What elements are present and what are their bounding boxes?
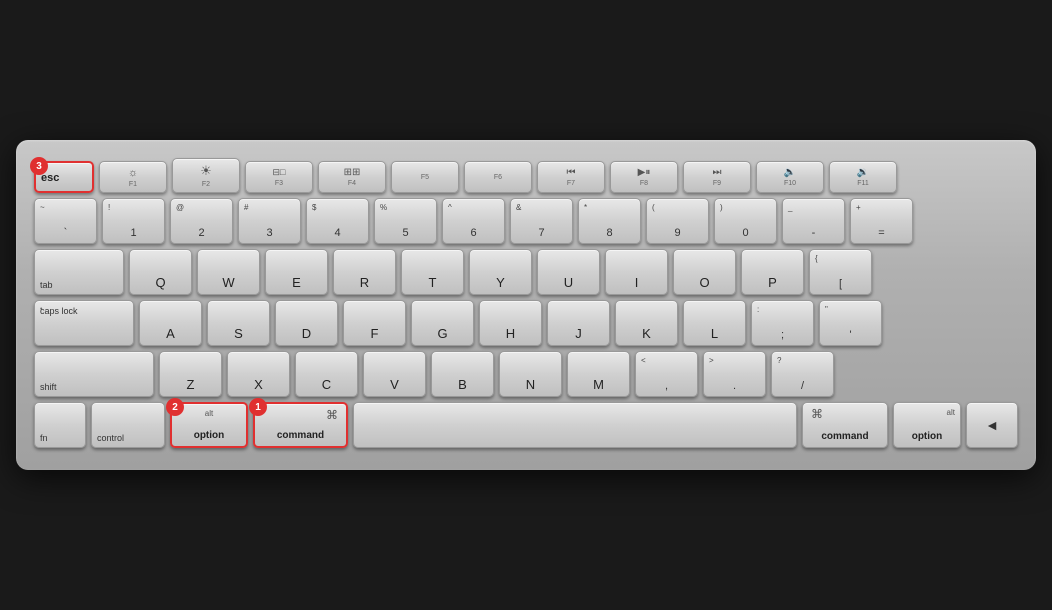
badge-1: 1 (249, 398, 267, 416)
badge-2: 2 (166, 398, 184, 416)
key-f6[interactable]: F6 (464, 161, 532, 193)
key-option-right[interactable]: alt option (893, 402, 961, 448)
key-c[interactable]: C (295, 351, 358, 397)
key-bracket-left[interactable]: { [ (809, 249, 872, 295)
key-5[interactable]: % 5 (374, 198, 437, 244)
key-p[interactable]: P (741, 249, 804, 295)
key-d[interactable]: D (275, 300, 338, 346)
key-w[interactable]: W (197, 249, 260, 295)
key-f8[interactable]: ▶⏸ F8 (610, 161, 678, 193)
key-3[interactable]: # 3 (238, 198, 301, 244)
key-g[interactable]: G (411, 300, 474, 346)
key-capslock[interactable]: • caps lock (34, 300, 134, 346)
key-0[interactable]: ) 0 (714, 198, 777, 244)
key-8[interactable]: * 8 (578, 198, 641, 244)
key-t[interactable]: T (401, 249, 464, 295)
key-quote[interactable]: " ' (819, 300, 882, 346)
key-f[interactable]: F (343, 300, 406, 346)
key-z[interactable]: Z (159, 351, 222, 397)
key-n[interactable]: N (499, 351, 562, 397)
key-k[interactable]: K (615, 300, 678, 346)
key-y[interactable]: Y (469, 249, 532, 295)
key-minus[interactable]: _ - (782, 198, 845, 244)
key-f4[interactable]: ⊞⊞ F4 (318, 161, 386, 193)
key-shift-left[interactable]: shift (34, 351, 154, 397)
badge-3: 3 (30, 157, 48, 175)
key-o[interactable]: O (673, 249, 736, 295)
key-v[interactable]: V (363, 351, 426, 397)
number-row: ~ ` ! 1 @ 2 # 3 $ 4 % 5 ^ 6 & 7 (34, 198, 1018, 244)
key-esc[interactable]: 3 esc (34, 161, 94, 193)
key-2[interactable]: @ 2 (170, 198, 233, 244)
key-1[interactable]: ! 1 (102, 198, 165, 244)
key-semicolon[interactable]: : ; (751, 300, 814, 346)
key-spacebar[interactable] (353, 402, 797, 448)
key-f10[interactable]: 🔈 F10 (756, 161, 824, 193)
key-9[interactable]: ( 9 (646, 198, 709, 244)
key-m[interactable]: M (567, 351, 630, 397)
key-f5[interactable]: F5 (391, 161, 459, 193)
key-control[interactable]: control (91, 402, 165, 448)
key-fn[interactable]: fn (34, 402, 86, 448)
key-command-right[interactable]: ⌘ command (802, 402, 888, 448)
zxcv-row: shift Z X C V B N M < , > . ? / (34, 351, 1018, 397)
key-4[interactable]: $ 4 (306, 198, 369, 244)
key-f7[interactable]: ⏮ F7 (537, 161, 605, 193)
key-f2[interactable]: ☀ F2 (172, 158, 240, 193)
key-h[interactable]: H (479, 300, 542, 346)
key-backtick[interactable]: ~ ` (34, 198, 97, 244)
key-7[interactable]: & 7 (510, 198, 573, 244)
keyboard: 3 esc ☼ F1 ☀ F2 ⊟□ F3 ⊞⊞ F4 F5 F6 ⏮ F7 (16, 140, 1036, 470)
key-6[interactable]: ^ 6 (442, 198, 505, 244)
key-e[interactable]: E (265, 249, 328, 295)
key-i[interactable]: I (605, 249, 668, 295)
key-u[interactable]: U (537, 249, 600, 295)
key-f3[interactable]: ⊟□ F3 (245, 161, 313, 193)
key-b[interactable]: B (431, 351, 494, 397)
key-period[interactable]: > . (703, 351, 766, 397)
key-r[interactable]: R (333, 249, 396, 295)
key-s[interactable]: S (207, 300, 270, 346)
key-l[interactable]: L (683, 300, 746, 346)
key-f1[interactable]: ☼ F1 (99, 161, 167, 193)
key-command-left[interactable]: 1 ⌘ command (253, 402, 348, 448)
asdf-row: • caps lock A S D F G H J K L : ; " ' (34, 300, 1018, 346)
key-comma[interactable]: < , (635, 351, 698, 397)
bottom-row: fn control 2 alt option 1 ⌘ command ⌘ co… (34, 402, 1018, 448)
key-equals[interactable]: + = (850, 198, 913, 244)
key-q[interactable]: Q (129, 249, 192, 295)
key-f11[interactable]: 🔉 F11 (829, 161, 897, 193)
key-tab[interactable]: tab (34, 249, 124, 295)
key-arrow-left[interactable]: ◄ (966, 402, 1018, 448)
key-option-left[interactable]: 2 alt option (170, 402, 248, 448)
key-slash[interactable]: ? / (771, 351, 834, 397)
key-a[interactable]: A (139, 300, 202, 346)
key-x[interactable]: X (227, 351, 290, 397)
key-j[interactable]: J (547, 300, 610, 346)
fn-row: 3 esc ☼ F1 ☀ F2 ⊟□ F3 ⊞⊞ F4 F5 F6 ⏮ F7 (34, 158, 1018, 193)
key-f9[interactable]: ⏭ F9 (683, 161, 751, 193)
qwerty-row: tab Q W E R T Y U I O P { [ (34, 249, 1018, 295)
